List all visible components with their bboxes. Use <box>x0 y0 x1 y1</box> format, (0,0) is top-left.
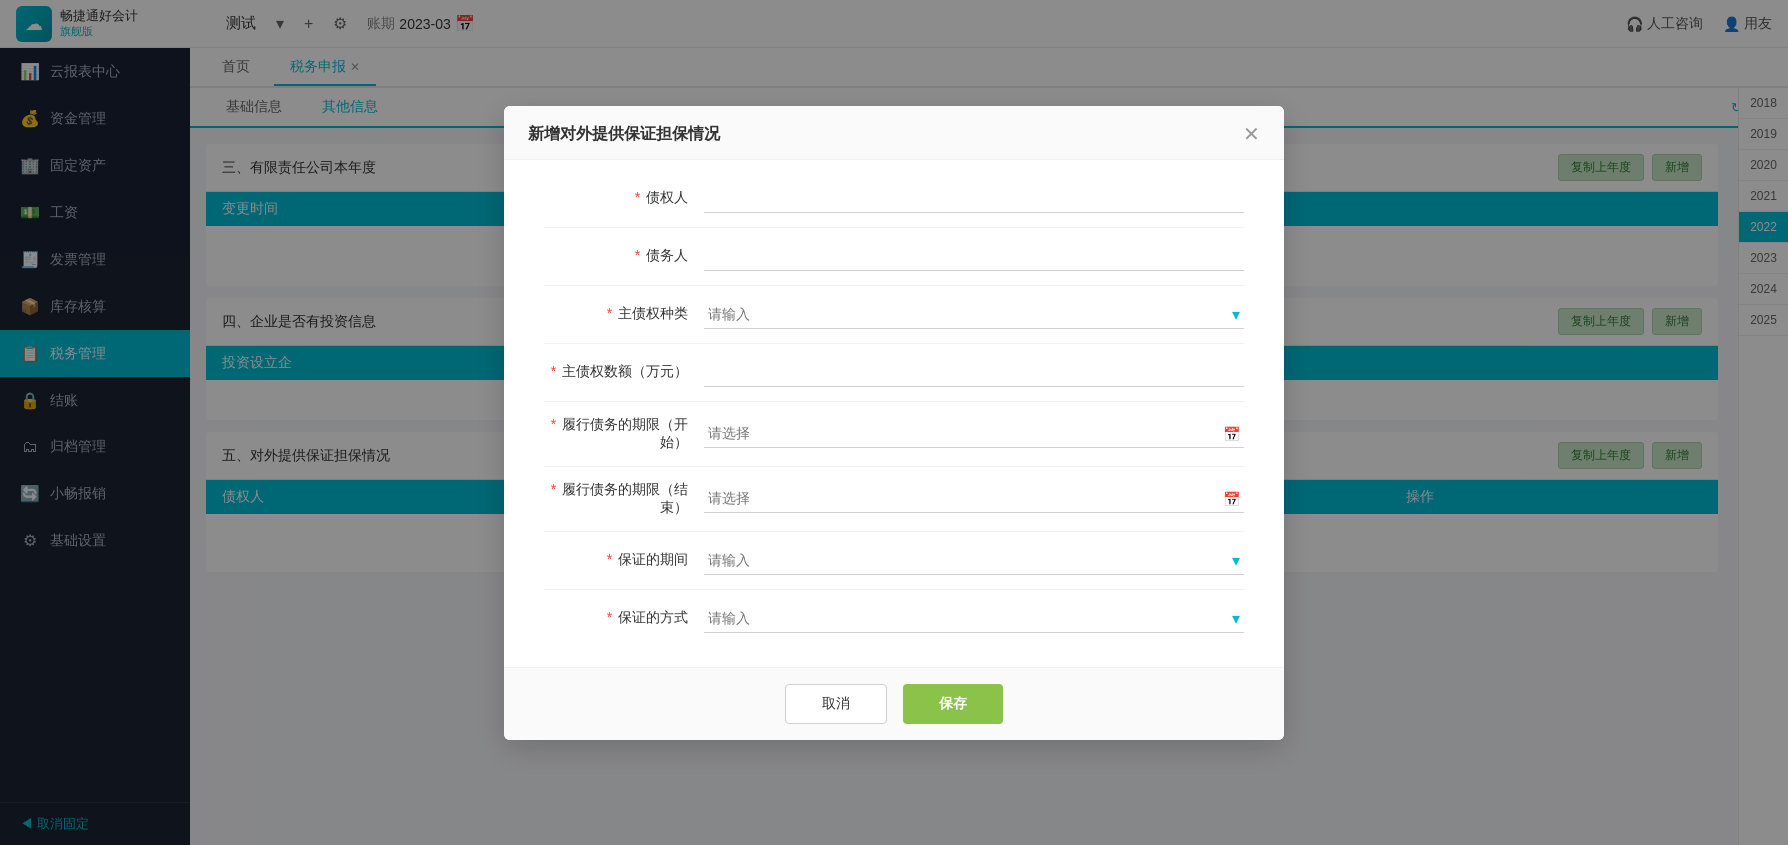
input-creditor[interactable] <box>704 184 1244 213</box>
input-wrap-claim-type: ▾ <box>704 300 1244 329</box>
form-row-creditor: * 债权人 <box>544 170 1244 228</box>
form-row-period-start: * 履行债务的期限（开始） 📅 <box>544 402 1244 467</box>
input-wrap-debtor <box>704 242 1244 271</box>
label-claim-type: * 主债权种类 <box>544 305 704 323</box>
dialog-header: 新增对外提供保证担保情况 ✕ <box>504 106 1284 160</box>
input-guarantee-method[interactable] <box>704 604 1244 633</box>
period-end-calendar-icon[interactable]: 📅 <box>1223 491 1240 507</box>
form-row-claim-amount: * 主债权数额（万元） <box>544 344 1244 402</box>
save-button[interactable]: 保存 <box>903 684 1003 724</box>
label-period-start: * 履行债务的期限（开始） <box>544 416 704 452</box>
input-wrap-claim-amount <box>704 358 1244 387</box>
input-wrap-guarantee-period: ▾ <box>704 546 1244 575</box>
modal-overlay: 新增对外提供保证担保情况 ✕ * 债权人 * 债务人 <box>0 0 1788 845</box>
dialog-body: * 债权人 * 债务人 * <box>504 160 1284 667</box>
claim-type-dropdown-icon[interactable]: ▾ <box>1232 305 1240 324</box>
form-row-claim-type: * 主债权种类 ▾ <box>544 286 1244 344</box>
form-row-guarantee-method: * 保证的方式 ▾ <box>544 590 1244 647</box>
dialog-title: 新增对外提供保证担保情况 <box>528 124 720 145</box>
cancel-button[interactable]: 取消 <box>785 684 887 724</box>
form-row-debtor: * 债务人 <box>544 228 1244 286</box>
guarantee-method-dropdown-icon[interactable]: ▾ <box>1232 609 1240 628</box>
label-guarantee-period: * 保证的期间 <box>544 551 704 569</box>
input-guarantee-period[interactable] <box>704 546 1244 575</box>
period-start-calendar-icon[interactable]: 📅 <box>1223 426 1240 442</box>
input-wrap-creditor <box>704 184 1244 213</box>
input-wrap-period-end: 📅 <box>704 484 1244 513</box>
input-period-start[interactable] <box>704 419 1244 448</box>
label-guarantee-method: * 保证的方式 <box>544 609 704 627</box>
input-claim-amount[interactable] <box>704 358 1244 387</box>
input-period-end[interactable] <box>704 484 1244 513</box>
input-debtor[interactable] <box>704 242 1244 271</box>
input-claim-type[interactable] <box>704 300 1244 329</box>
label-period-end: * 履行债务的期限（结束） <box>544 481 704 517</box>
dialog-close-btn[interactable]: ✕ <box>1243 124 1260 144</box>
input-wrap-period-start: 📅 <box>704 419 1244 448</box>
dialog: 新增对外提供保证担保情况 ✕ * 债权人 * 债务人 <box>504 106 1284 740</box>
form-row-period-end: * 履行债务的期限（结束） 📅 <box>544 467 1244 532</box>
label-debtor: * 债务人 <box>544 247 704 265</box>
form-row-guarantee-period: * 保证的期间 ▾ <box>544 532 1244 590</box>
label-creditor: * 债权人 <box>544 189 704 207</box>
label-claim-amount: * 主债权数额（万元） <box>544 363 704 381</box>
guarantee-period-dropdown-icon[interactable]: ▾ <box>1232 551 1240 570</box>
input-wrap-guarantee-method: ▾ <box>704 604 1244 633</box>
dialog-footer: 取消 保存 <box>504 667 1284 740</box>
